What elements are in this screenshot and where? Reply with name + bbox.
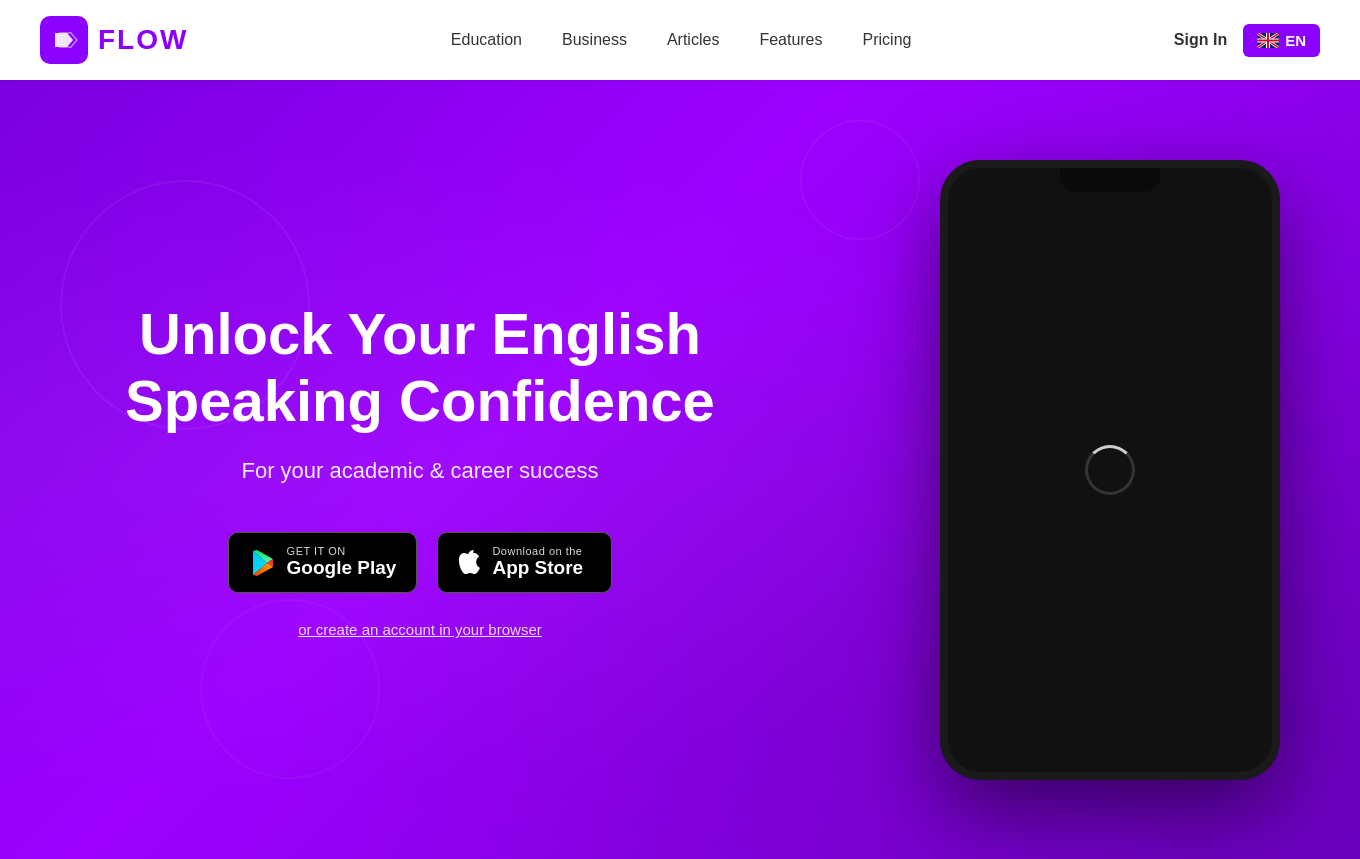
cta-buttons: GET IT ON Google Play Download on the Ap…	[120, 532, 720, 593]
google-play-button[interactable]: GET IT ON Google Play	[228, 532, 418, 593]
nav-pricing[interactable]: Pricing	[863, 27, 912, 53]
uk-flag-icon	[1257, 33, 1279, 48]
google-play-label: GET IT ON	[287, 545, 397, 557]
bg-shape-3	[800, 120, 920, 240]
svg-rect-8	[1257, 39, 1279, 41]
phone-mockup	[940, 160, 1280, 780]
nav-education[interactable]: Education	[451, 27, 522, 53]
nav-articles[interactable]: Articles	[667, 27, 719, 53]
google-play-icon	[249, 549, 277, 577]
apple-icon	[458, 549, 482, 577]
hero-title-line1: Unlock Your English	[139, 301, 701, 366]
nav-business[interactable]: Business	[562, 27, 627, 53]
main-nav: Education Business Articles Features Pri…	[451, 27, 912, 53]
hero-title: Unlock Your English Speaking Confidence	[120, 301, 720, 434]
signin-button[interactable]: Sign In	[1174, 31, 1227, 49]
header-right: Sign In EN	[1174, 24, 1320, 57]
logo-text: FLOW	[98, 24, 188, 56]
logo[interactable]: FLOW	[40, 16, 188, 64]
browser-link[interactable]: or create an account in your browser	[120, 621, 720, 638]
hero-subtitle: For your academic & career success	[120, 458, 720, 484]
hero-content: Unlock Your English Speaking Confidence …	[120, 301, 720, 638]
header: FLOW Education Business Articles Feature…	[0, 0, 1360, 80]
phone-screen	[948, 168, 1272, 772]
phone-notch	[1060, 168, 1160, 192]
hero-title-line2: Speaking Confidence	[125, 368, 715, 433]
language-code: EN	[1285, 32, 1306, 49]
google-play-text: GET IT ON Google Play	[287, 545, 397, 580]
app-store-name: App Store	[492, 557, 583, 580]
app-store-text: Download on the App Store	[492, 545, 583, 580]
nav-features[interactable]: Features	[759, 27, 822, 53]
loading-spinner	[1085, 445, 1135, 495]
google-play-name: Google Play	[287, 557, 397, 580]
language-button[interactable]: EN	[1243, 24, 1320, 57]
logo-icon	[40, 16, 88, 64]
logo-svg	[49, 25, 79, 55]
app-store-button[interactable]: Download on the App Store	[437, 532, 612, 593]
hero-section: Unlock Your English Speaking Confidence …	[0, 80, 1360, 859]
app-store-label: Download on the	[492, 545, 583, 557]
